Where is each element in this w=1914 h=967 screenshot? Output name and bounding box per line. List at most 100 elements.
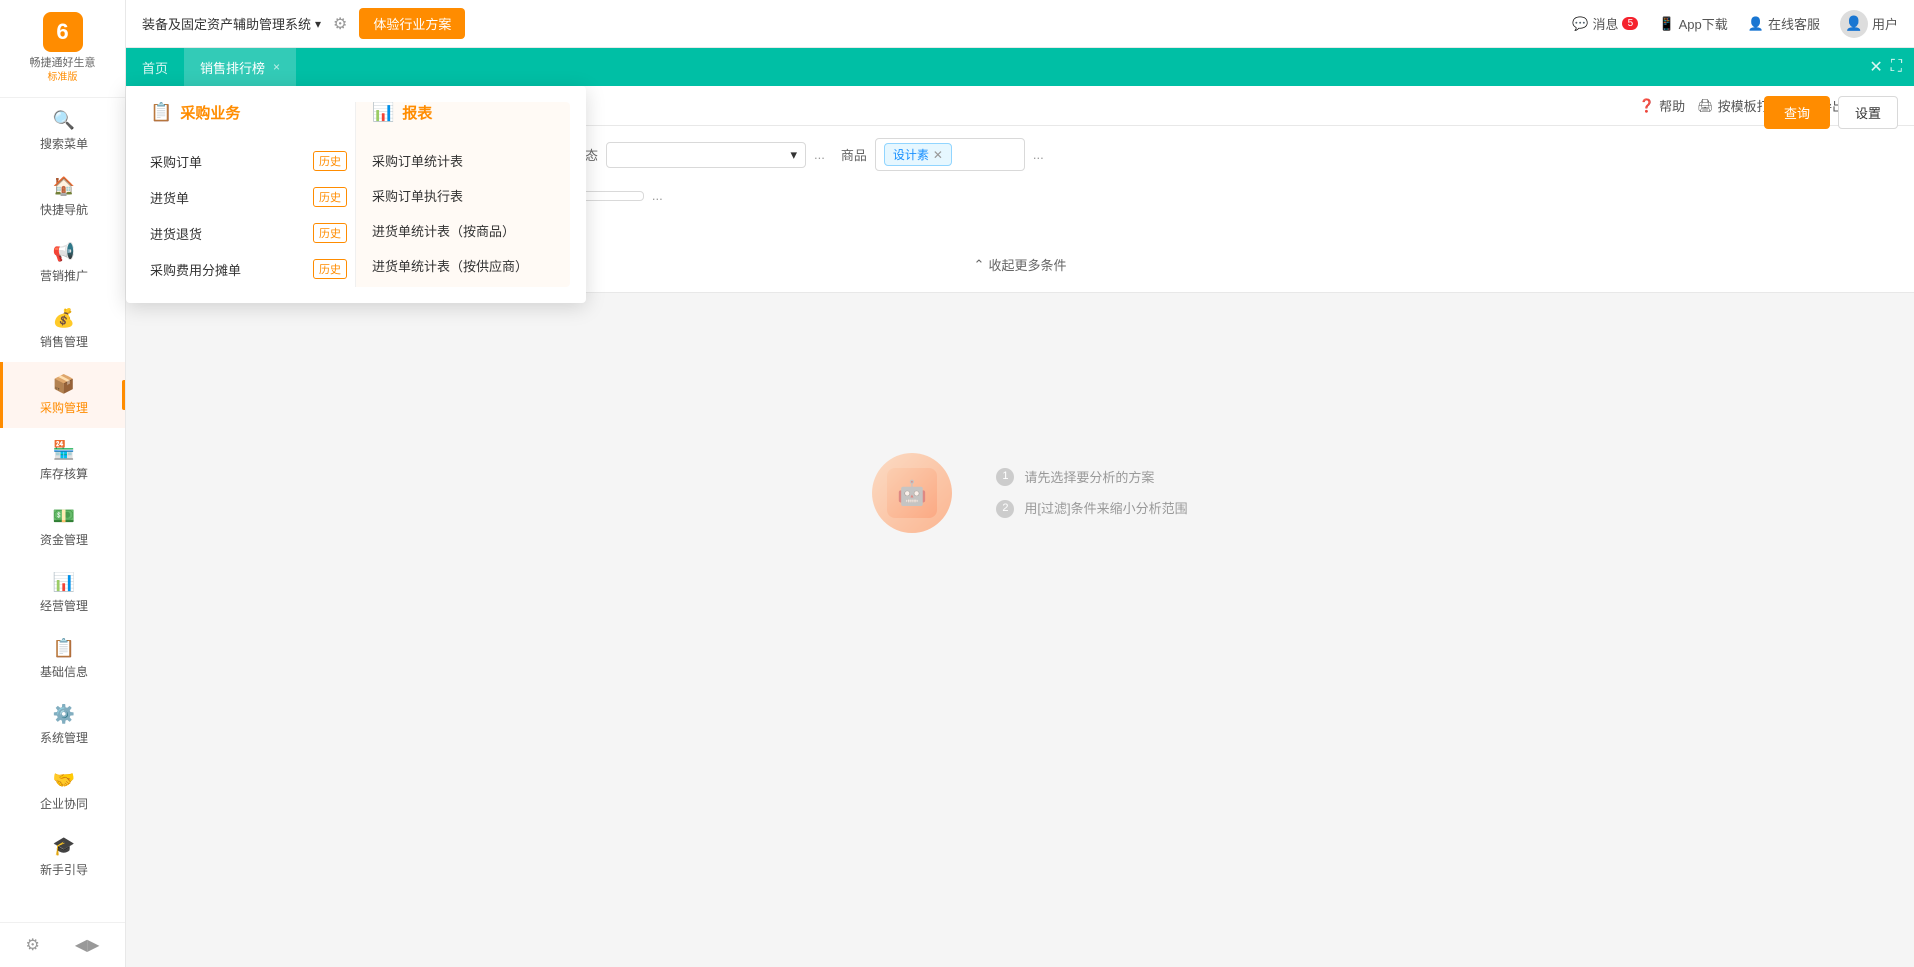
- tabs-right-controls: ✕ ⛶: [1869, 57, 1914, 77]
- tabs-close-icon[interactable]: ✕: [1869, 57, 1882, 77]
- tab-sales-rank[interactable]: 销售排行榜 ×: [184, 48, 296, 86]
- collapse-icon: ⌃: [974, 257, 985, 273]
- purchase-business-title: 📋 采购业务: [150, 102, 347, 131]
- app-logo: 6 畅捷通好生意 标准版: [0, 0, 125, 98]
- sidebar-item-inventory[interactable]: 🏪 库存核算: [0, 428, 125, 494]
- sidebar-item-marketing[interactable]: 📢 营销推广: [0, 230, 125, 296]
- sidebar-item-label: 采购管理: [40, 399, 88, 416]
- home-icon: 🏠: [53, 176, 75, 197]
- basic-info-icon: 📋: [53, 638, 75, 659]
- query-button[interactable]: 查询: [1764, 96, 1830, 129]
- phone-icon: 📱: [1658, 16, 1674, 32]
- help-icon: ❓: [1639, 98, 1655, 114]
- header-settings-icon[interactable]: ⚙: [333, 14, 347, 34]
- history-badge-purchase-order[interactable]: 历史: [313, 151, 347, 171]
- history-badge-incoming[interactable]: 历史: [313, 187, 347, 207]
- finance-icon: 💵: [53, 506, 75, 527]
- report-section-title: 📊 报表: [372, 102, 562, 131]
- goods-label: 商品: [841, 145, 867, 164]
- dropdown-item-incoming[interactable]: 进货单 历史: [150, 179, 347, 215]
- sidebar-item-label: 销售管理: [40, 333, 88, 350]
- messages-badge: 5: [1622, 17, 1638, 30]
- sidebar-item-system[interactable]: ⚙️ 系统管理: [0, 692, 125, 758]
- app-download-item[interactable]: 📱 App下载: [1658, 14, 1727, 33]
- messages-label: 消息: [1592, 14, 1618, 33]
- search-icon: 🔍: [53, 110, 75, 131]
- sidebar-item-quick-nav[interactable]: 🏠 快捷导航: [0, 164, 125, 230]
- user-item[interactable]: 👤 用户: [1840, 10, 1898, 38]
- doc-status-dots[interactable]: ...: [814, 147, 825, 162]
- header-right: 💬 消息 5 📱 App下载 👤 在线客服 👤 用户: [1572, 10, 1898, 38]
- goods-dots[interactable]: ...: [1033, 147, 1044, 162]
- sidebar-item-label: 系统管理: [40, 729, 88, 746]
- sidebar-item-label: 经营管理: [40, 597, 88, 614]
- sidebar-nav: 🔍 搜索菜单 🏠 快捷导航 📢 营销推广 💰 销售管理 📦 采购管理 🏪 库存核…: [0, 98, 125, 922]
- message-icon: 💬: [1572, 16, 1588, 32]
- purchase-dropdown-menu: 📋 采购业务 采购订单 历史 进货单 历史 进货退货 历史 采购费用分摊单 历史: [126, 86, 586, 303]
- app-header: 装备及固定资产辅助管理系统 ▾ ⚙ 体验行业方案 💬 消息 5 📱 App下载 …: [126, 0, 1914, 48]
- tab-sales-rank-label: 销售排行榜: [200, 58, 265, 77]
- messages-item[interactable]: 💬 消息 5: [1572, 14, 1638, 33]
- settings-button[interactable]: 设置: [1838, 96, 1898, 129]
- sidebar-item-finance[interactable]: 💵 资金管理: [0, 494, 125, 560]
- dropdown-grid: 📋 采购业务 采购订单 历史 进货单 历史 进货退货 历史 采购费用分摊单 历史: [142, 102, 570, 287]
- guide-icon: 🎓: [53, 836, 75, 857]
- doc-status-select[interactable]: ▾: [606, 142, 806, 168]
- dropdown-item-po-stats[interactable]: 采购订单统计表: [372, 143, 562, 178]
- sidebar: 6 畅捷通好生意 标准版 🔍 搜索菜单 🏠 快捷导航 📢 营销推广 💰 销售管理…: [0, 0, 126, 967]
- industry-plan-button[interactable]: 体验行业方案: [359, 8, 465, 39]
- logo-text: 畅捷通好生意 标准版: [30, 56, 96, 85]
- service-icon: 👤: [1748, 16, 1764, 32]
- tab-close-icon[interactable]: ×: [273, 60, 280, 74]
- app-download-label: App下载: [1679, 14, 1728, 33]
- collapse-sidebar-icon[interactable]: ◀▶: [75, 935, 100, 955]
- dropdown-item-return[interactable]: 进货退货 历史: [150, 215, 347, 251]
- sidebar-item-label: 新手引导: [40, 861, 88, 878]
- system-icon: ⚙️: [53, 704, 75, 725]
- user-label: 用户: [1872, 14, 1898, 33]
- history-badge-return[interactable]: 历史: [313, 223, 347, 243]
- sidebar-item-purchase[interactable]: 📦 采购管理: [0, 362, 125, 428]
- sidebar-item-search[interactable]: 🔍 搜索菜单: [0, 98, 125, 164]
- online-service-item[interactable]: 👤 在线客服: [1748, 14, 1820, 33]
- goods-tag: 设计素 ✕: [884, 143, 952, 166]
- dropdown-item-po-exec[interactable]: 采购订单执行表: [372, 178, 562, 213]
- tabs-maximize-icon[interactable]: ⛶: [1891, 58, 1902, 76]
- goods-filter-group: 商品 设计素 ✕ ...: [841, 138, 1044, 171]
- dropdown-item-incoming-by-goods[interactable]: 进货单统计表（按商品）: [372, 213, 562, 248]
- action-buttons: 查询 设置: [1764, 96, 1898, 129]
- dropdown-item-incoming-by-supplier[interactable]: 进货单统计表（按供应商）: [372, 248, 562, 283]
- settings-bottom-icon[interactable]: ⚙: [26, 935, 40, 955]
- system-title-dropdown[interactable]: 装备及固定资产辅助管理系统 ▾: [142, 14, 321, 33]
- sidebar-item-guide[interactable]: 🎓 新手引导: [0, 824, 125, 890]
- tab-home-label: 首页: [142, 58, 168, 77]
- goods-input[interactable]: 设计素 ✕: [875, 138, 1025, 171]
- report-section-icon: 📊: [372, 102, 394, 123]
- sidebar-item-label: 库存核算: [40, 465, 88, 482]
- goods-tag-close-icon[interactable]: ✕: [933, 148, 943, 162]
- tab-home[interactable]: 首页: [126, 48, 184, 86]
- avatar: 👤: [1840, 10, 1868, 38]
- history-badge-cost-alloc[interactable]: 历史: [313, 259, 347, 279]
- dropdown-item-purchase-order[interactable]: 采购订单 历史: [150, 143, 347, 179]
- dropdown-item-cost-alloc[interactable]: 采购费用分摊单 历史: [150, 251, 347, 287]
- sidebar-item-sales[interactable]: 💰 销售管理: [0, 296, 125, 362]
- sidebar-item-operation[interactable]: 📊 经营管理: [0, 560, 125, 626]
- empty-state: 🤖 1 请先选择要分析的方案 2 用[过滤]条件来缩小分析范围: [126, 293, 1914, 693]
- collapse-label: 收起更多条件: [988, 255, 1066, 274]
- sidebar-item-label: 资金管理: [40, 531, 88, 548]
- enterprise-icon: 🤝: [53, 770, 75, 791]
- tabs-bar: 首页 销售排行榜 × ✕ ⛶: [126, 48, 1914, 86]
- system-title: 装备及固定资产辅助管理系统: [142, 14, 311, 33]
- chevron-down-icon: ▾: [791, 147, 798, 163]
- salesperson-dots[interactable]: ...: [652, 188, 663, 203]
- sidebar-item-basic-info[interactable]: 📋 基础信息: [0, 626, 125, 692]
- purchase-icon: 📦: [53, 374, 75, 395]
- sidebar-item-label: 营销推广: [40, 267, 88, 284]
- help-item[interactable]: ❓ 帮助: [1639, 96, 1685, 115]
- sidebar-item-enterprise[interactable]: 🤝 企业协同: [0, 758, 125, 824]
- doc-status-filter-group: 单据状态 ▾ ...: [546, 142, 825, 168]
- sidebar-item-label: 企业协同: [40, 795, 88, 812]
- sidebar-item-label: 搜索菜单: [40, 135, 88, 152]
- logo-icon: 6: [43, 12, 83, 52]
